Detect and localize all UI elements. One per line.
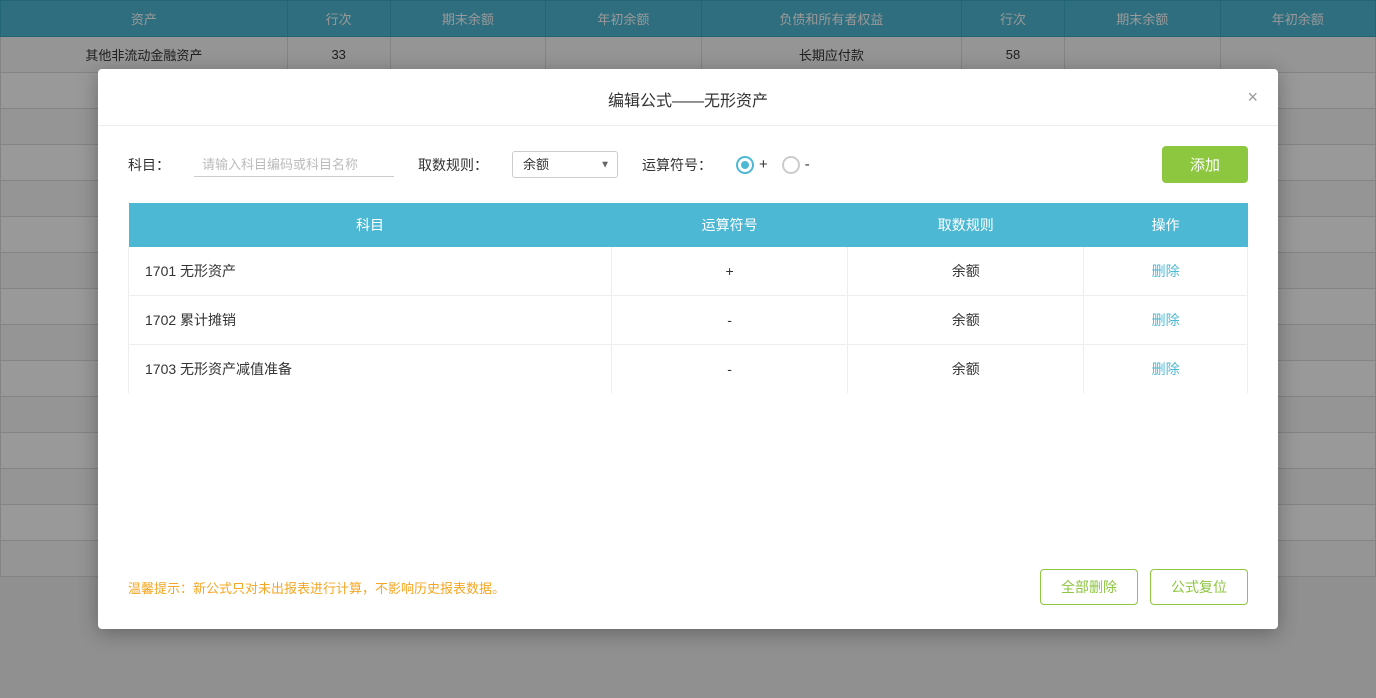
- modal-action-cell: 删除: [1084, 247, 1248, 296]
- col-subject: 科目: [129, 203, 612, 247]
- footer-buttons: 全部删除 公式复位: [1040, 569, 1248, 605]
- modal-subject-cell: 1702 累计摊销: [129, 296, 612, 345]
- modal-action-cell: 删除: [1084, 345, 1248, 394]
- modal-dialog: 编辑公式——无形资产 × 科目： 取数规则： 余额 借方发生额 贷方发生额 ▼ …: [98, 69, 1278, 629]
- modal-overlay: 编辑公式——无形资产 × 科目： 取数规则： 余额 借方发生额 贷方发生额 ▼ …: [0, 0, 1376, 698]
- rule-select-wrapper[interactable]: 余额 借方发生额 贷方发生额 ▼: [512, 151, 618, 178]
- radio-plus[interactable]: +: [736, 156, 768, 174]
- delete-link[interactable]: 删除: [1152, 361, 1180, 377]
- delete-link[interactable]: 删除: [1152, 263, 1180, 279]
- col-rule: 取数规则: [848, 203, 1084, 247]
- radio-plus-label: +: [759, 156, 768, 173]
- modal-header: 编辑公式——无形资产 ×: [98, 69, 1278, 126]
- radio-minus-circle: [782, 156, 800, 174]
- modal-operator-cell: -: [612, 296, 848, 345]
- delete-link[interactable]: 删除: [1152, 312, 1180, 328]
- operator-radio-group: + -: [736, 156, 810, 174]
- modal-table-row: 1703 无形资产减值准备 - 余额 删除: [129, 345, 1248, 394]
- subject-input[interactable]: [194, 153, 394, 177]
- modal-table-wrapper: 科目 运算符号 取数规则 操作 1701 无形资产 + 余额 删除 1702 累…: [98, 203, 1278, 549]
- modal-subject-cell: 1701 无形资产: [129, 247, 612, 296]
- modal-footer: 温馨提示：新公式只对未出报表进行计算，不影响历史报表数据。 全部删除 公式复位: [98, 549, 1278, 629]
- radio-minus[interactable]: -: [782, 156, 810, 174]
- operator-label: 运算符号：: [642, 155, 712, 175]
- radio-minus-label: -: [805, 156, 810, 173]
- radio-plus-circle: [736, 156, 754, 174]
- rule-select[interactable]: 余额 借方发生额 贷方发生额: [512, 151, 618, 178]
- modal-table-row: 1702 累计摊销 - 余额 删除: [129, 296, 1248, 345]
- modal-subject-cell: 1703 无形资产减值准备: [129, 345, 612, 394]
- subject-label: 科目：: [128, 155, 170, 175]
- col-action: 操作: [1084, 203, 1248, 247]
- add-button[interactable]: 添加: [1162, 146, 1248, 183]
- modal-table-row: 1701 无形资产 + 余额 删除: [129, 247, 1248, 296]
- modal-title: 编辑公式——无形资产: [608, 87, 768, 111]
- modal-table-header-row: 科目 运算符号 取数规则 操作: [129, 203, 1248, 247]
- col-operator: 运算符号: [612, 203, 848, 247]
- form-row: 科目： 取数规则： 余额 借方发生额 贷方发生额 ▼ 运算符号： +: [98, 126, 1278, 203]
- modal-rule-cell: 余额: [848, 296, 1084, 345]
- modal-action-cell: 删除: [1084, 296, 1248, 345]
- modal-rule-cell: 余额: [848, 345, 1084, 394]
- modal-operator-cell: +: [612, 247, 848, 296]
- modal-rule-cell: 余额: [848, 247, 1084, 296]
- delete-all-button[interactable]: 全部删除: [1040, 569, 1138, 605]
- modal-table: 科目 运算符号 取数规则 操作 1701 无形资产 + 余额 删除 1702 累…: [128, 203, 1248, 393]
- reset-button[interactable]: 公式复位: [1150, 569, 1248, 605]
- rule-label: 取数规则：: [418, 155, 488, 175]
- footer-hint: 温馨提示：新公式只对未出报表进行计算，不影响历史报表数据。: [128, 578, 505, 597]
- modal-close-button[interactable]: ×: [1247, 88, 1258, 106]
- modal-operator-cell: -: [612, 345, 848, 394]
